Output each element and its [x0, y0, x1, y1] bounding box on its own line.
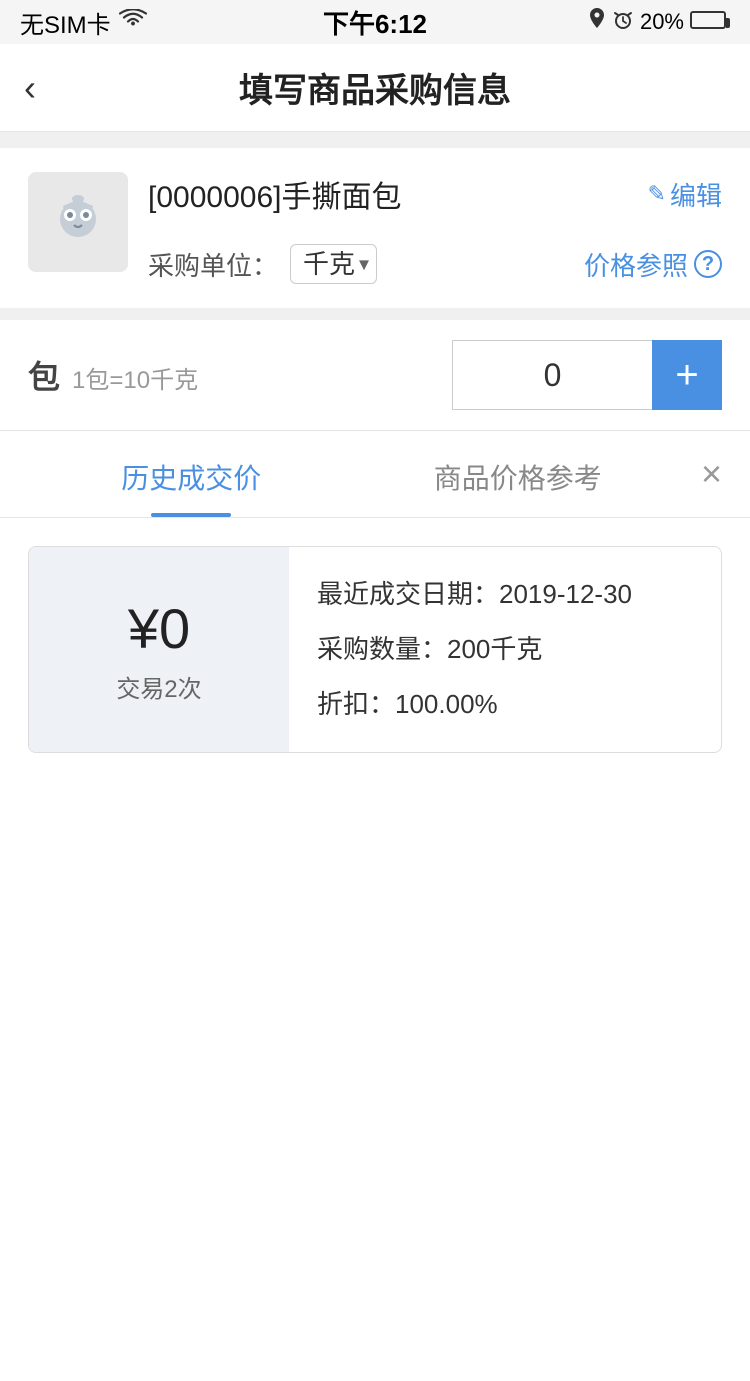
nav-bar: ‹ 填写商品采购信息 [0, 44, 750, 132]
status-left: 无SIM卡 [20, 5, 147, 40]
price-ref-button[interactable]: 价格参照 ? [584, 246, 722, 283]
unit-select-wrapper[interactable]: 千克 [290, 244, 377, 284]
battery-label: 20% [640, 9, 684, 35]
history-discount: 折扣：100.00% [317, 685, 693, 724]
history-price-value: ¥0 [128, 596, 190, 661]
product-card: [0000006]手撕面包 ✎ 编辑 采购单位： 千克 价格参照 [0, 148, 750, 308]
history-left: ¥0 交易2次 [29, 547, 289, 752]
quantity-controls: 0 + [452, 340, 722, 410]
unit-select[interactable]: 千克 [290, 244, 377, 284]
tab-history-price-label: 历史成交价 [121, 463, 261, 494]
unit-label: 采购单位： [148, 246, 278, 283]
battery-icon [690, 9, 730, 35]
quantity-note: 1包=10千克 [72, 360, 198, 395]
price-ref-label: 价格参照 [584, 246, 688, 283]
location-icon [588, 8, 606, 36]
edit-button[interactable]: ✎ 编辑 [648, 176, 722, 213]
history-date: 最近成交日期：2019-12-30 [317, 575, 693, 614]
status-time: 下午6:12 [323, 4, 427, 41]
bottom-spacer [0, 781, 750, 1381]
quantity-unit: 包 [28, 352, 60, 398]
wifi-icon [119, 8, 147, 36]
quantity-section: 包 1包=10千克 0 + [0, 308, 750, 430]
unit-left: 采购单位： 千克 [148, 244, 377, 284]
status-right: 20% [588, 8, 730, 36]
tab-close-button[interactable]: × [681, 443, 722, 505]
tab-history-price[interactable]: 历史成交价 [28, 431, 354, 517]
product-top-row: [0000006]手撕面包 ✎ 编辑 [148, 172, 722, 216]
history-content: ¥0 交易2次 最近成交日期：2019-12-30 采购数量：200千克 折扣：… [0, 518, 750, 781]
help-icon: ? [694, 250, 722, 278]
product-header: [0000006]手撕面包 ✎ 编辑 采购单位： 千克 价格参照 [28, 172, 722, 284]
tab-product-price-ref[interactable]: 商品价格参考 [354, 431, 680, 517]
history-right: 最近成交日期：2019-12-30 采购数量：200千克 折扣：100.00% [289, 547, 721, 752]
quantity-plus-button[interactable]: + [652, 340, 722, 410]
history-card: ¥0 交易2次 最近成交日期：2019-12-30 采购数量：200千克 折扣：… [28, 546, 722, 753]
tab-active-indicator [151, 513, 231, 517]
tabs-section: 历史成交价 商品价格参考 × ¥0 交易2次 最近成交日期：2019-12-30… [0, 430, 750, 781]
quantity-label: 包 1包=10千克 [28, 352, 198, 398]
product-thumb-icon [48, 187, 108, 257]
product-name: [0000006]手撕面包 [148, 172, 401, 216]
product-thumbnail [28, 172, 128, 272]
carrier-label: 无SIM卡 [20, 5, 111, 40]
status-bar: 无SIM卡 下午6:12 20% [0, 0, 750, 44]
alarm-icon [612, 8, 634, 36]
history-quantity: 采购数量：200千克 [317, 630, 693, 669]
tab-product-price-ref-label: 商品价格参考 [434, 463, 602, 494]
tabs-header: 历史成交价 商品价格参考 × [0, 431, 750, 518]
back-button[interactable]: ‹ [24, 67, 36, 109]
edit-icon: ✎ [648, 181, 666, 207]
quantity-input[interactable]: 0 [452, 340, 652, 410]
history-trades-count: 交易2次 [116, 669, 201, 704]
product-info: [0000006]手撕面包 ✎ 编辑 采购单位： 千克 价格参照 [148, 172, 722, 284]
product-unit-row: 采购单位： 千克 价格参照 ? [148, 244, 722, 284]
page-title: 填写商品采购信息 [239, 63, 511, 112]
edit-label: 编辑 [670, 176, 722, 213]
